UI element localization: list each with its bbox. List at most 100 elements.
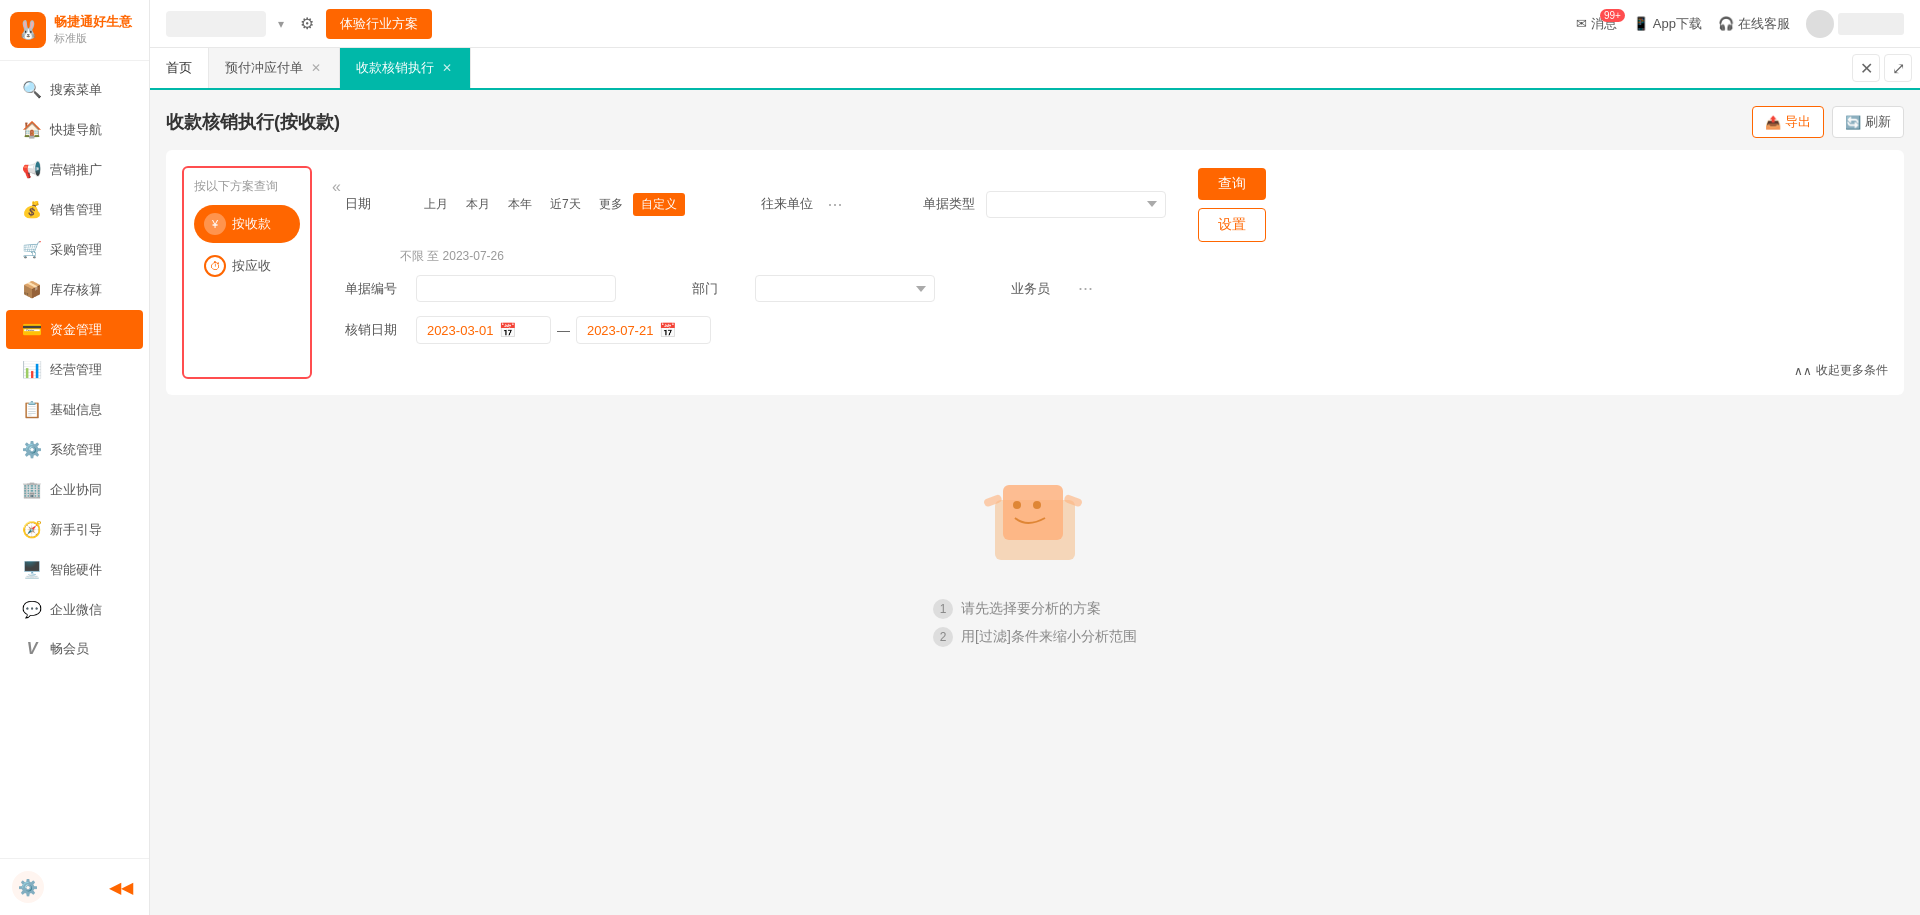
- export-btn[interactable]: 📤 导出: [1752, 106, 1824, 138]
- date-btn-last-month[interactable]: 上月: [416, 193, 456, 216]
- message-badge: 99+: [1600, 9, 1625, 22]
- collapse-more-label: 收起更多条件: [1816, 362, 1888, 379]
- sidebar-item-operation[interactable]: 📊 经营管理: [6, 350, 143, 389]
- tab-receipt-label: 收款核销执行: [356, 59, 434, 77]
- sidebar-item-purchase[interactable]: 🛒 采购管理: [6, 230, 143, 269]
- filter-option-by-receipt[interactable]: ¥ 按收款: [194, 205, 300, 243]
- filter-option-receivable-label: 按应收: [232, 257, 271, 275]
- collapse-more-icon: ∧∧: [1794, 364, 1812, 378]
- sidebar-item-sales[interactable]: 💰 销售管理: [6, 190, 143, 229]
- system-icon: ⚙️: [22, 440, 42, 459]
- purchase-icon: 🛒: [22, 240, 42, 259]
- query-btn[interactable]: 查询: [1198, 168, 1266, 200]
- voucher-type-select[interactable]: [986, 191, 1166, 218]
- industry-btn[interactable]: 体验行业方案: [326, 9, 432, 39]
- empty-illustration: [975, 455, 1095, 575]
- sidebar-item-label: 采购管理: [50, 241, 102, 259]
- sidebar-item-member[interactable]: V 畅会员: [6, 630, 143, 668]
- voucher-no-label: 单据编号: [345, 280, 400, 298]
- wechat-icon: 💬: [22, 600, 42, 619]
- dept-select[interactable]: [755, 275, 935, 302]
- tab-prepay-close-icon[interactable]: ✕: [309, 59, 323, 77]
- sidebar-item-label: 企业微信: [50, 601, 102, 619]
- calendar-start-icon: 📅: [499, 322, 516, 338]
- sidebar-item-search[interactable]: 🔍 搜索菜单: [6, 70, 143, 109]
- user-menu[interactable]: [1806, 10, 1904, 38]
- refresh-btn[interactable]: 🔄 刷新: [1832, 106, 1904, 138]
- sidebar-item-marketing[interactable]: 📢 营销推广: [6, 150, 143, 189]
- export-icon: 📤: [1765, 115, 1781, 130]
- date-btn-more[interactable]: 更多: [591, 193, 631, 216]
- message-btn[interactable]: ✉ 消息 99+: [1576, 15, 1617, 33]
- sidebar-item-label: 销售管理: [50, 201, 102, 219]
- filter-panel: 按以下方案查询 ¥ 按收款 ⏱ 按应收 « 日期 上月: [166, 150, 1904, 395]
- basic-icon: 📋: [22, 400, 42, 419]
- sidebar-item-inventory[interactable]: 📦 库存核算: [6, 270, 143, 309]
- staff-dots[interactable]: ···: [1074, 278, 1097, 299]
- collapse-more-btn[interactable]: ∧∧ 收起更多条件: [1794, 362, 1888, 379]
- date-custom-badge[interactable]: 自定义: [633, 193, 685, 216]
- dept-label: 部门: [692, 280, 747, 298]
- online-service-btn[interactable]: 🎧 在线客服: [1718, 15, 1790, 33]
- empty-state: 1 请先选择要分析的方案 2 用[过滤]条件来缩小分析范围: [166, 395, 1904, 687]
- sidebar-item-hardware[interactable]: 🖥️ 智能硬件: [6, 550, 143, 589]
- header-chevron-icon[interactable]: ▾: [278, 17, 284, 31]
- clock-icon: ⏱: [204, 255, 226, 277]
- tab-home[interactable]: 首页: [150, 48, 209, 88]
- finance-icon: 💳: [22, 320, 42, 339]
- tab-expand-btn[interactable]: ⤢: [1884, 54, 1912, 82]
- voucher-no-input[interactable]: [416, 275, 616, 302]
- coin-icon: ¥: [204, 213, 226, 235]
- tab-prepay-label: 预付冲应付单: [225, 59, 303, 77]
- date-quick-btns: 上月 本月 本年 近7天 更多 自定义: [416, 193, 685, 216]
- quick-icon: 🏠: [22, 120, 42, 139]
- sales-icon: 💰: [22, 200, 42, 219]
- header-right: ✉ 消息 99+ 📱 App下载 🎧 在线客服: [1576, 10, 1904, 38]
- sidebar-item-label: 新手引导: [50, 521, 102, 539]
- counterpart-dots[interactable]: ···: [824, 194, 847, 215]
- app-logo-text: 畅捷通好生意 标准版: [54, 14, 132, 45]
- filter-form: 日期 上月 本月 本年 近7天 更多 自定义 往来单位 ···: [345, 166, 1888, 379]
- sidebar-collapse-btn[interactable]: ◀◀: [105, 874, 137, 901]
- search-icon: 🔍: [22, 80, 42, 99]
- sidebar-item-label: 企业协同: [50, 481, 102, 499]
- writeoff-date-start-input[interactable]: 2023-03-01 📅: [416, 316, 551, 344]
- writeoff-date-end-input[interactable]: 2023-07-21 📅: [576, 316, 711, 344]
- date-btn-7days[interactable]: 近7天: [542, 193, 589, 216]
- message-icon: ✉: [1576, 16, 1587, 31]
- app-download-btn[interactable]: 📱 App下载: [1633, 15, 1702, 33]
- tab-close-all-btn[interactable]: ✕: [1852, 54, 1880, 82]
- tab-receipt[interactable]: 收款核销执行 ✕: [340, 48, 471, 88]
- sidebar-item-basic[interactable]: 📋 基础信息: [6, 390, 143, 429]
- tab-receipt-close-icon[interactable]: ✕: [440, 59, 454, 77]
- filter-row-3: 核销日期 2023-03-01 📅 — 2023-07-21 📅: [345, 316, 1888, 344]
- guide-icon: 🧭: [22, 520, 42, 539]
- date-range-hint: 不限 至 2023-07-26: [400, 249, 504, 263]
- sidebar-item-enterprise[interactable]: 🏢 企业协同: [6, 470, 143, 509]
- filter-sidebar-title: 按以下方案查询: [194, 178, 300, 195]
- page-title: 收款核销执行(按收款): [166, 110, 340, 134]
- sidebar-item-wechat[interactable]: 💬 企业微信: [6, 590, 143, 629]
- filter-sidebar: 按以下方案查询 ¥ 按收款 ⏱ 按应收: [182, 166, 312, 379]
- company-name: [166, 11, 266, 37]
- tab-prepay[interactable]: 预付冲应付单 ✕: [209, 48, 340, 88]
- sidebar-item-system[interactable]: ⚙️ 系统管理: [6, 430, 143, 469]
- svg-point-2: [1013, 501, 1021, 509]
- sidebar-item-finance[interactable]: 💳 资金管理: [6, 310, 143, 349]
- writeoff-date-label: 核销日期: [345, 321, 400, 339]
- date-btn-this-month[interactable]: 本月: [458, 193, 498, 216]
- date-btn-this-year[interactable]: 本年: [500, 193, 540, 216]
- header-gear-icon[interactable]: ⚙: [300, 14, 314, 33]
- sidebar-item-label: 畅会员: [50, 640, 89, 658]
- date-range-separator: —: [557, 323, 570, 338]
- filter-option-by-receivable[interactable]: ⏱ 按应收: [194, 247, 300, 285]
- sidebar-item-label: 搜索菜单: [50, 81, 102, 99]
- sidebar-item-label: 智能硬件: [50, 561, 102, 579]
- filter-collapse-arrow[interactable]: «: [328, 174, 345, 200]
- sidebar-item-label: 经营管理: [50, 361, 102, 379]
- sidebar-item-quick[interactable]: 🏠 快捷导航: [6, 110, 143, 149]
- sidebar-item-guide[interactable]: 🧭 新手引导: [6, 510, 143, 549]
- writeoff-start-value: 2023-03-01: [427, 323, 494, 338]
- settings-icon-btn[interactable]: ⚙️: [12, 871, 44, 903]
- settings-btn[interactable]: 设置: [1198, 208, 1266, 242]
